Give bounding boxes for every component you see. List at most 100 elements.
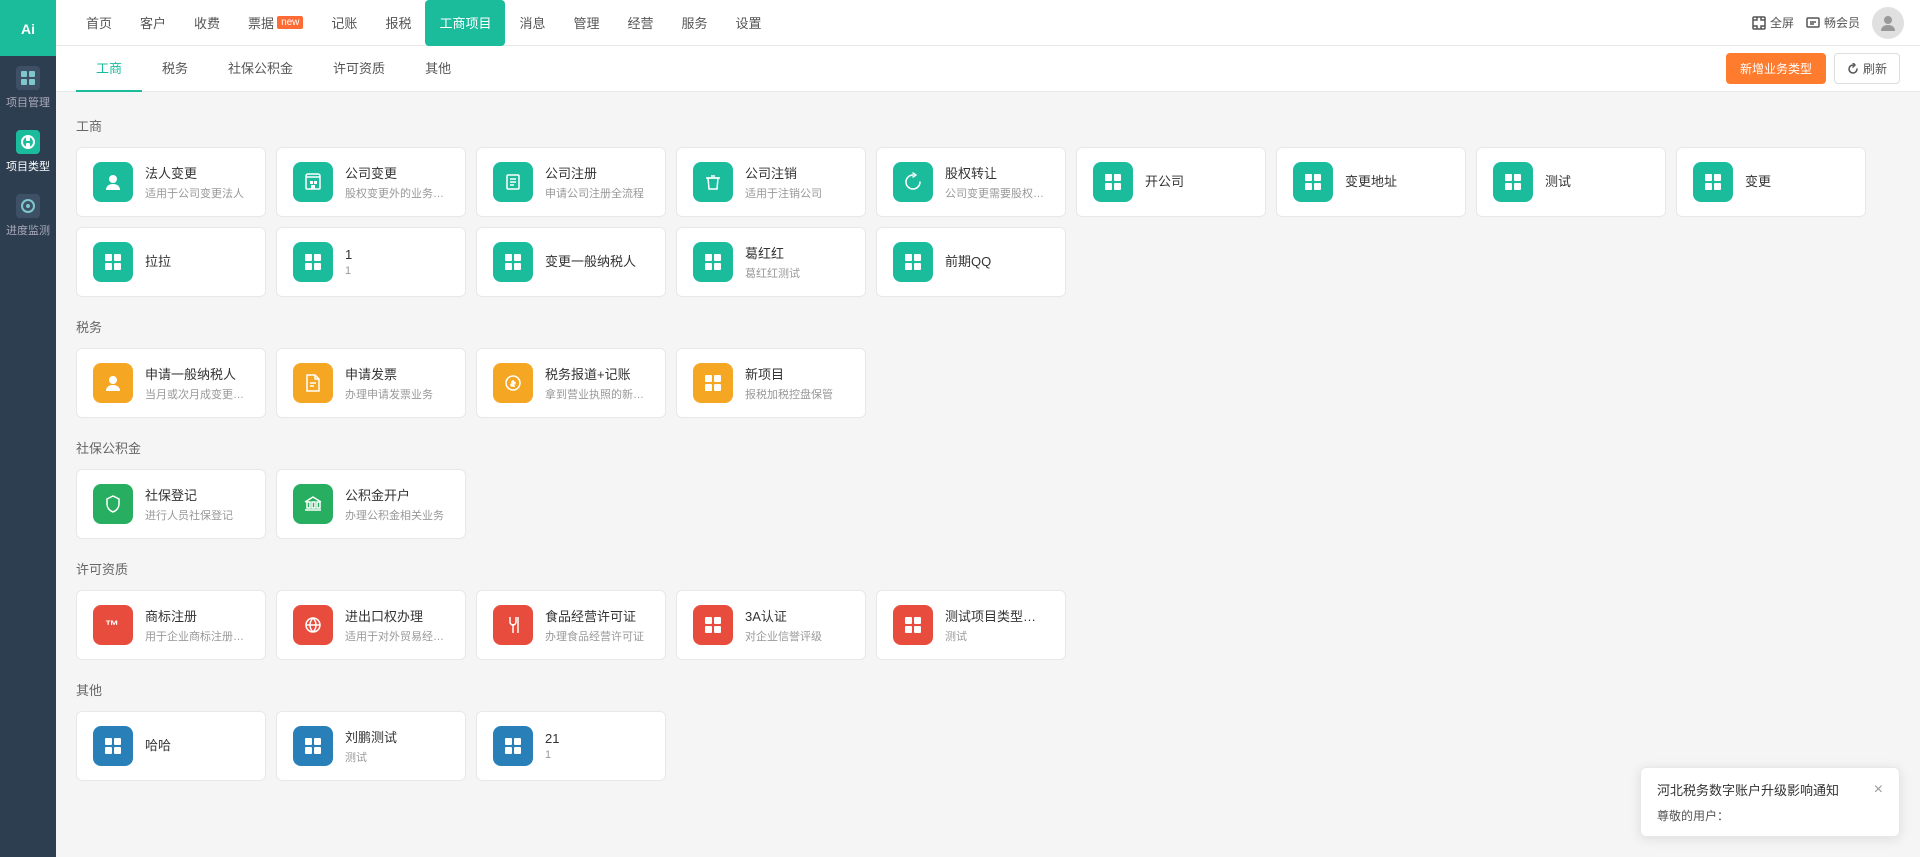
- card-trademark[interactable]: ™ 商标注册 用于企业商标注册服务: [76, 590, 266, 660]
- card-text-company-change: 公司变更 股权变更外的业务变更: [345, 163, 449, 201]
- card-icon-tax-report: [493, 363, 533, 403]
- card-title-test: 测试: [1545, 171, 1649, 190]
- card-early-qq[interactable]: 前期QQ: [876, 227, 1066, 297]
- nav-service[interactable]: 服务: [668, 0, 722, 46]
- subtabs-bar: 工商 税务 社保公积金 许可资质 其他 新增业务类型 刷新: [56, 46, 1920, 92]
- card-import-export[interactable]: 进出口权办理 适用于对外贸易经营者: [276, 590, 466, 660]
- card-desc-tax-report: 拿到营业执照的新公司: [545, 386, 649, 402]
- nav-business[interactable]: 工商项目: [425, 0, 505, 46]
- subtab-gongshang[interactable]: 工商: [76, 46, 142, 92]
- card-title-food-license: 食品经营许可证: [545, 606, 649, 625]
- card-icon-company-reg: [493, 162, 533, 202]
- card-title-social-insurance: 社保登记: [145, 485, 249, 504]
- section-title-xuke: 许可资质: [76, 559, 1900, 578]
- card-icon-company-cancel: [693, 162, 733, 202]
- card-desc-fund-account: 办理公积金相关业务: [345, 507, 449, 523]
- sidebar-item-progress[interactable]: 进度监测: [0, 184, 56, 248]
- card-desc-legal-change: 适用于公司变更法人: [145, 185, 249, 201]
- refresh-button[interactable]: 刷新: [1834, 53, 1900, 84]
- card-title-import-export: 进出口权办理: [345, 606, 449, 625]
- card-mohong[interactable]: 葛红红 葛红红测试: [676, 227, 866, 297]
- card-test-type[interactable]: 测试项目类型目定义 测试: [876, 590, 1066, 660]
- card-icon-change-taxpayer: [493, 242, 533, 282]
- user-avatar[interactable]: [1872, 7, 1904, 39]
- card-text-equity-transfer: 股权转让 公司变更需要股权转让: [945, 163, 1049, 201]
- subtab-shuiwu[interactable]: 税务: [142, 46, 208, 92]
- card-equity-transfer[interactable]: 股权转让 公司变更需要股权转让: [876, 147, 1066, 217]
- subtab-other[interactable]: 其他: [405, 46, 471, 92]
- card-social-insurance[interactable]: 社保登记 进行人员社保登记: [76, 469, 266, 539]
- card-icon-3a-cert: [693, 605, 733, 645]
- card-desc-twenty-one: 1: [545, 749, 649, 761]
- card-company-change[interactable]: 公司变更 股权变更外的业务变更: [276, 147, 466, 217]
- card-icon-one: [293, 242, 333, 282]
- card-apply-taxpayer[interactable]: 申请一般纳税人 当月或次月成变更完成: [76, 348, 266, 418]
- card-food-license[interactable]: 食品经营许可证 办理食品经营许可证: [476, 590, 666, 660]
- main-content: 工商 税务 社保公积金 许可资质 其他 新增业务类型 刷新 工商 法人变更: [56, 0, 1920, 857]
- nav-message[interactable]: 消息: [505, 0, 559, 46]
- cards-xuke: ™ 商标注册 用于企业商标注册服务 进出口权办理 适用于对外贸易经营者 食品经营…: [76, 590, 1900, 660]
- card-fund-account[interactable]: 公积金开户 办理公积金相关业务: [276, 469, 466, 539]
- card-change-address[interactable]: 变更地址: [1276, 147, 1466, 217]
- card-text-apply-invoice: 申请发票 办理申请发票业务: [345, 364, 449, 402]
- card-test[interactable]: 测试: [1476, 147, 1666, 217]
- nav-ticket[interactable]: 票据 new: [234, 0, 317, 46]
- card-text-early-qq: 前期QQ: [945, 251, 1049, 273]
- card-legal-change[interactable]: 法人变更 适用于公司变更法人: [76, 147, 266, 217]
- card-title-change: 变更: [1745, 171, 1849, 190]
- nav-home[interactable]: 首页: [72, 0, 126, 46]
- member-btn[interactable]: 畅会员: [1806, 14, 1860, 31]
- card-title-3a-cert: 3A认证: [745, 606, 849, 625]
- card-twenty-one[interactable]: 21 1: [476, 711, 666, 781]
- cards-gongshang: 法人变更 适用于公司变更法人 公司变更 股权变更外的业务变更 公司注册 申请公司…: [76, 147, 1900, 297]
- sidebar-item-project-manage[interactable]: 项目管理: [0, 56, 56, 120]
- nav-customer[interactable]: 客户: [126, 0, 180, 46]
- subtab-shebao[interactable]: 社保公积金: [208, 46, 313, 92]
- card-haha[interactable]: 哈哈: [76, 711, 266, 781]
- nav-manage[interactable]: 管理: [559, 0, 613, 46]
- progress-icon: [16, 194, 40, 218]
- card-title-company-reg: 公司注册: [545, 163, 649, 182]
- card-title-company-change: 公司变更: [345, 163, 449, 182]
- app-logo[interactable]: Ai: [0, 0, 56, 56]
- new-type-button[interactable]: 新增业务类型: [1726, 53, 1826, 84]
- ticket-badge: new: [277, 16, 303, 29]
- top-nav: 首页 客户 收费 票据 new 记账 报税 工商项目 消息 管理 经营 服务 设…: [56, 0, 1920, 46]
- card-desc-new-project: 报税加税控盘保管: [745, 386, 849, 402]
- card-new-project[interactable]: 新项目 报税加税控盘保管: [676, 348, 866, 418]
- notification-popup: 河北税务数字账户升级影响通知 × 尊敬的用户：: [1640, 767, 1900, 837]
- card-text-trademark: 商标注册 用于企业商标注册服务: [145, 606, 249, 644]
- card-change-taxpayer[interactable]: 变更一般纳税人: [476, 227, 666, 297]
- card-text-haha: 哈哈: [145, 735, 249, 757]
- card-text-change: 变更: [1745, 171, 1849, 193]
- member-label: 畅会员: [1824, 14, 1860, 31]
- card-lala[interactable]: 拉拉: [76, 227, 266, 297]
- card-open-company[interactable]: 开公司: [1076, 147, 1266, 217]
- card-change[interactable]: 变更: [1676, 147, 1866, 217]
- nav-fee[interactable]: 收费: [180, 0, 234, 46]
- card-desc-liupeng-test: 测试: [345, 749, 449, 765]
- card-desc-company-cancel: 适用于注销公司: [745, 185, 849, 201]
- nav-operation[interactable]: 经营: [614, 0, 668, 46]
- notification-header: 河北税务数字账户升级影响通知 ×: [1657, 780, 1883, 799]
- card-company-reg[interactable]: 公司注册 申请公司注册全流程: [476, 147, 666, 217]
- card-desc-company-reg: 申请公司注册全流程: [545, 185, 649, 201]
- card-liupeng-test[interactable]: 刘鹏测试 测试: [276, 711, 466, 781]
- card-title-trademark: 商标注册: [145, 606, 249, 625]
- card-apply-invoice[interactable]: 申请发票 办理申请发票业务: [276, 348, 466, 418]
- nav-accounting[interactable]: 记账: [317, 0, 371, 46]
- card-one[interactable]: 1 1: [276, 227, 466, 297]
- card-icon-new-project: [693, 363, 733, 403]
- sidebar-item-project-type[interactable]: 项目类型: [0, 120, 56, 184]
- nav-tax[interactable]: 报税: [371, 0, 425, 46]
- card-3a-cert[interactable]: 3A认证 对企业信誉评级: [676, 590, 866, 660]
- card-desc-food-license: 办理食品经营许可证: [545, 628, 649, 644]
- card-icon-fund-account: [293, 484, 333, 524]
- card-text-new-project: 新项目 报税加税控盘保管: [745, 364, 849, 402]
- card-tax-report[interactable]: 税务报道+记账 拿到营业执照的新公司: [476, 348, 666, 418]
- subtab-xuke[interactable]: 许可资质: [313, 46, 405, 92]
- notification-close[interactable]: ×: [1874, 781, 1883, 799]
- card-company-cancel[interactable]: 公司注销 适用于注销公司: [676, 147, 866, 217]
- fullscreen-btn[interactable]: 全屏: [1752, 14, 1794, 31]
- nav-settings[interactable]: 设置: [722, 0, 776, 46]
